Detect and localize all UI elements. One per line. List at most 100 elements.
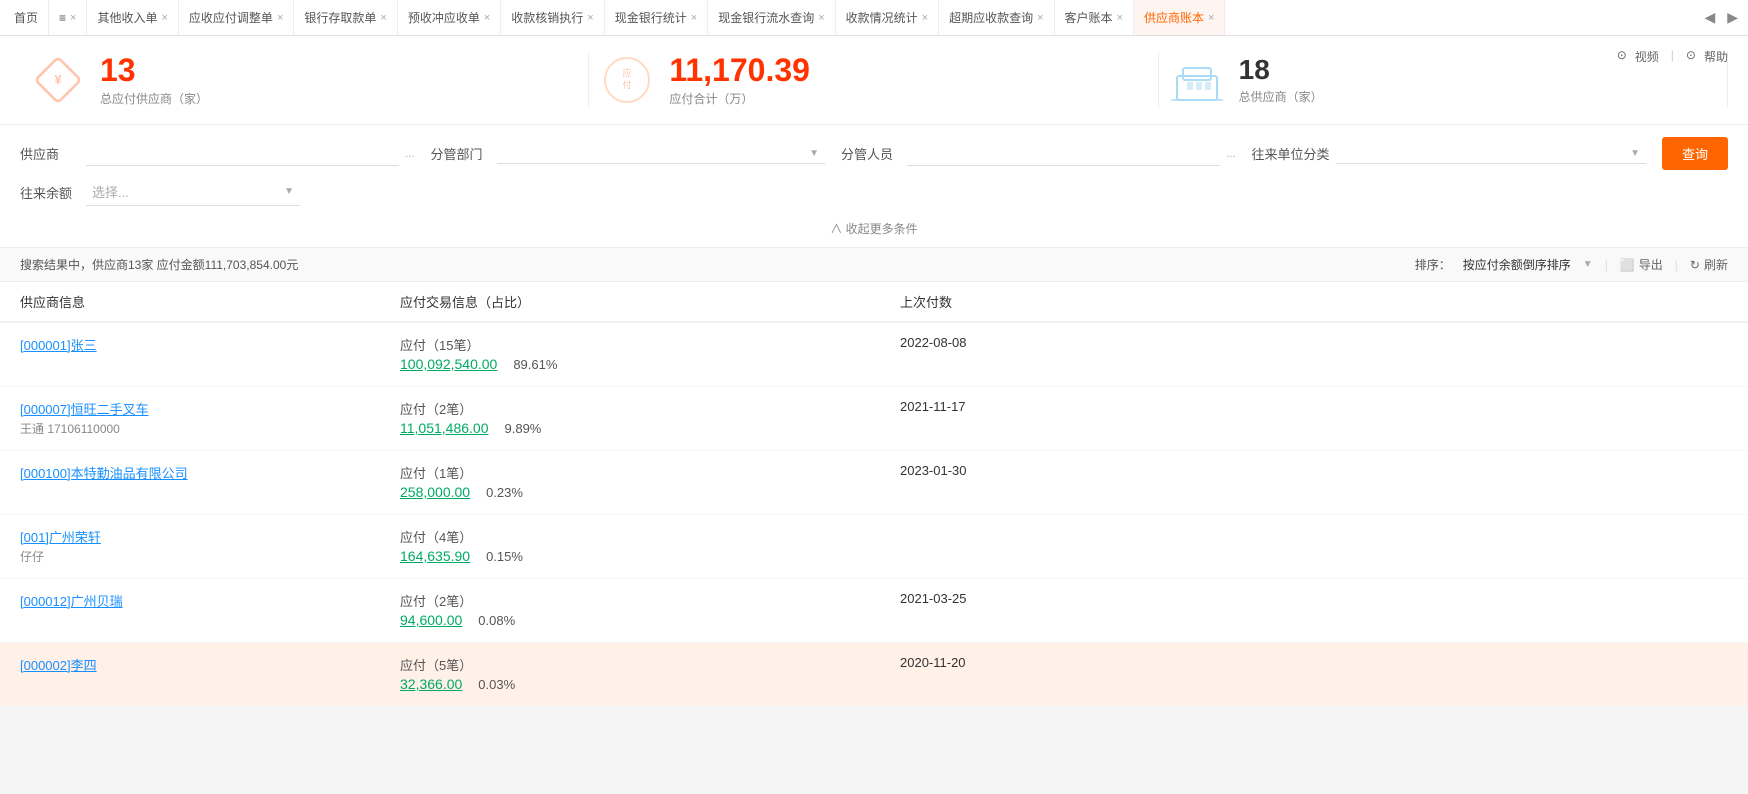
category-chevron-icon: ▼ [1630,148,1640,159]
summary-label-suppliers-payable: 总应付供应商（家） [100,90,208,107]
summary-label-payable-total: 应付合计（万） [669,90,810,107]
balance-filter-select[interactable]: 选择... ▼ [86,178,300,206]
balance-placeholder: 选择... [92,182,129,201]
close-tab-supplier-account[interactable]: × [1208,12,1214,24]
filter-item-balance: 往来余额 选择... ▼ [20,178,300,206]
trans-amount-0[interactable]: 100,092,540.00 [400,356,497,372]
help-link[interactable]: 帮助 [1704,48,1728,65]
last-pay-col-2: 2023-01-30 [900,463,1728,478]
supplier-link-4[interactable]: [000012]广州贝瑞 [20,594,123,609]
trans-row-5: 32,366.000.03% [400,676,900,694]
transaction-col-3: 应付（4笔）164,635.900.15% [400,527,900,566]
query-button[interactable]: 查询 [1662,137,1728,170]
nav-tab-ar-adjust[interactable]: 应收应付调整单× [179,0,294,35]
nav-tab-collect-stat[interactable]: 收款情况统计× [836,0,939,35]
supplier-link-3[interactable]: [001]广州荣轩 [20,530,101,545]
trans-info-0: 应付（15笔） [400,335,900,354]
close-tab-ar-adjust[interactable]: × [277,12,283,24]
nav-tab-cash-bank-flow[interactable]: 现金银行流水查询× [708,0,835,35]
nav-arrows: ◀▶ [1698,9,1744,26]
supplier-col-2: [000100]本特勤油品有限公司 [20,463,400,482]
filter-item-category: 往来单位分类 ▼ [1252,144,1647,164]
nav-tab-other-income[interactable]: 其他收入单× [87,0,178,35]
refresh-button[interactable]: ↻ 刷新 [1690,256,1728,273]
trans-amount-3[interactable]: 164,635.90 [400,548,470,564]
trans-amount-4[interactable]: 94,600.00 [400,612,462,628]
result-bar: 搜索结果中，供应商13家 应付金额111,703,854.00元 排序： 按应付… [0,248,1748,282]
nav-tab-cash-bank-stat[interactable]: 现金银行统计× [605,0,708,35]
nav-prev-arrow[interactable]: ◀ [1698,9,1721,26]
manager-filter-input[interactable] [907,142,1220,166]
data-table: 供应商信息 应付交易信息（占比） 上次付数 [000001]张三 应付（15笔） 1… [0,282,1748,707]
dept-filter-select[interactable]: ▼ [497,144,826,164]
payable-total-icon: 应 付 [599,52,655,108]
nav-tab-customer-account[interactable]: 客户账本× [1055,0,1134,35]
supplier-link-5[interactable]: [000002]李四 [20,658,97,673]
video-link[interactable]: 视频 [1635,48,1659,65]
trans-info-2: 应付（1笔） [400,463,900,482]
trans-amount-5[interactable]: 32,366.00 [400,676,462,692]
trans-row-0: 100,092,540.0089.61% [400,356,900,374]
supplier-link-2[interactable]: [000100]本特勤油品有限公司 [20,466,188,481]
table-row: [000012]广州贝瑞应付（2笔）94,600.000.08%2021-03-… [0,579,1748,643]
divider3: | [1675,258,1678,272]
summary-text-payable-total: 11,170.39 应付合计（万） [669,53,810,107]
nav-tab-overdue-query[interactable]: 超期应收款查询× [939,0,1054,35]
nav-tab-home[interactable]: 首页 [4,0,49,35]
close-tab-overdue-query[interactable]: × [1037,12,1043,24]
nav-tab-advance-receive[interactable]: 预收冲应收单× [398,0,501,35]
last-pay-col-1: 2021-11-17 [900,399,1728,414]
summary-text-suppliers-payable: 13 总应付供应商（家） [100,53,208,107]
close-tab-customer-account[interactable]: × [1117,12,1123,24]
header-supplier: 供应商信息 [20,292,400,311]
trans-row-4: 94,600.000.08% [400,612,900,630]
supplier-filter-ellipsis: ... [405,148,414,160]
close-tab-bank-deposit[interactable]: × [380,12,386,24]
close-tab-advance-receive[interactable]: × [484,12,490,24]
filter-row-1: 供应商 ... 分管部门 ▼ 分管人员 ... 往来单位分类 ▼ 查询 [20,137,1728,170]
supplier-link-1[interactable]: [000007]恒旺二手叉车 [20,402,149,417]
close-tab-tab3[interactable]: × [70,12,76,24]
category-filter-select[interactable]: ▼ [1336,144,1646,164]
summary-value-suppliers-payable: 13 [100,53,208,88]
transaction-col-2: 应付（1笔）258,000.000.23% [400,463,900,502]
trans-row-3: 164,635.900.15% [400,548,900,566]
filter-item-supplier: 供应商 ... [20,142,415,166]
supplier-filter-input[interactable] [86,142,399,166]
close-tab-cash-bank-flow[interactable]: × [818,12,824,24]
nav-tab-tab3[interactable]: ≡× [49,0,87,35]
nav-next-arrow[interactable]: ▶ [1721,9,1744,26]
dept-filter-label: 分管部门 [431,144,491,163]
sort-value[interactable]: 按应付余额倒序排序 [1463,256,1571,273]
supplier-link-0[interactable]: [000001]张三 [20,338,97,353]
close-tab-collect-stat[interactable]: × [922,12,928,24]
divider2: | [1605,258,1608,272]
supplier-col-1: [000007]恒旺二手叉车王通 17106110000 [20,399,400,437]
trans-amount-1[interactable]: 11,051,486.00 [400,420,489,436]
nav-tab-bank-deposit[interactable]: 银行存取款单× [294,0,397,35]
export-button[interactable]: ⬜ 导出 [1620,256,1663,273]
summary-bar: ¥ 13 总应付供应商（家） 应 付 11,170.39 应付合计（万） [0,36,1748,125]
refresh-label: 刷新 [1704,256,1728,273]
table-header: 供应商信息 应付交易信息（占比） 上次付数 [0,282,1748,323]
filter-bar: 供应商 ... 分管部门 ▼ 分管人员 ... 往来单位分类 ▼ 查询 往来 [0,125,1748,248]
payable-suppliers-icon: ¥ [30,52,86,108]
summary-item-suppliers-payable: ¥ 13 总应付供应商（家） [20,52,589,108]
sort-label: 排序： [1415,256,1451,273]
nav-tab-supplier-account[interactable]: 供应商账本× [1134,0,1225,35]
close-tab-other-income[interactable]: × [161,12,167,24]
close-tab-collect-execute[interactable]: × [587,12,593,24]
nav-tab-collect-execute[interactable]: 收款核销执行× [501,0,604,35]
collapse-bar[interactable]: ∧ 收起更多条件 [20,214,1728,239]
transaction-col-1: 应付（2笔）11,051,486.009.89% [400,399,900,438]
last-pay-col-4: 2021-03-25 [900,591,1728,606]
summary-item-payable-total: 应 付 11,170.39 应付合计（万） [589,52,1158,108]
divider: | [1671,48,1674,65]
table-row: [000100]本特勤油品有限公司应付（1笔）258,000.000.23%20… [0,451,1748,515]
table-row: [000007]恒旺二手叉车王通 17106110000应付（2笔）11,051… [0,387,1748,451]
summary-text-total-suppliers: 18 总供应商（家） [1239,55,1323,105]
last-pay-col-0: 2022-08-08 [900,335,1728,350]
summary-value-total-suppliers: 18 [1239,55,1323,86]
trans-amount-2[interactable]: 258,000.00 [400,484,470,500]
close-tab-cash-bank-stat[interactable]: × [691,12,697,24]
